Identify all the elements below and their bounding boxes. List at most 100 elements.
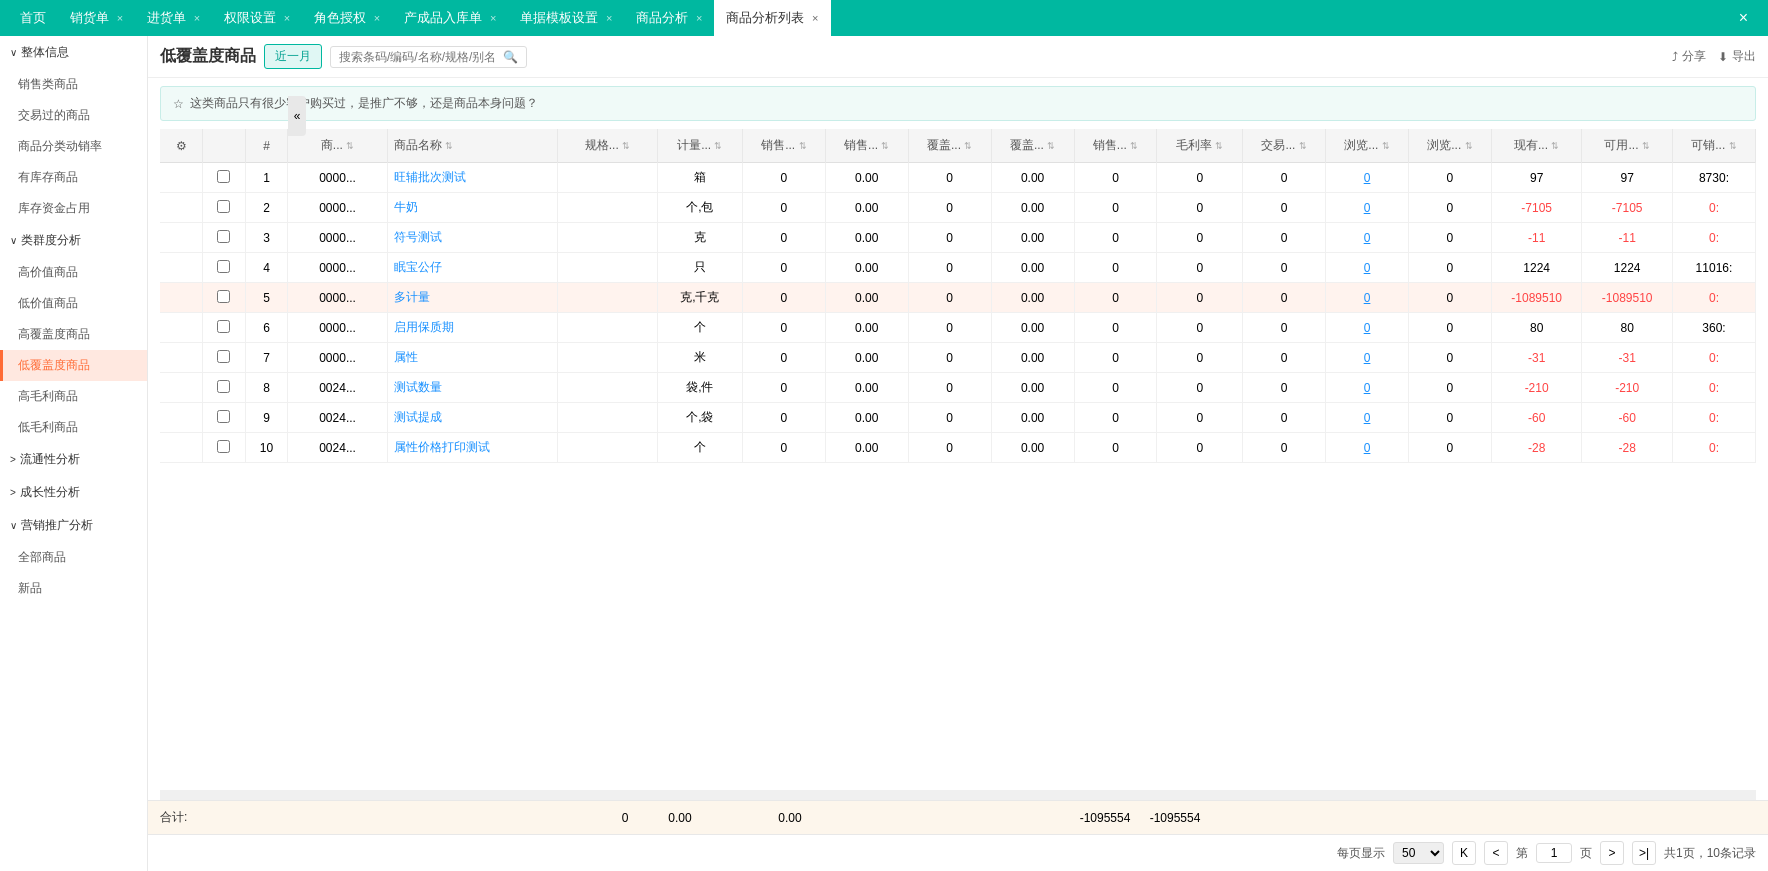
- cell-browse-a[interactable]: 0: [1326, 253, 1409, 283]
- sidebar-item-all-goods[interactable]: 全部商品: [0, 542, 147, 573]
- sidebar-item-stocked-goods[interactable]: 有库存商品: [0, 162, 147, 193]
- next-page-button[interactable]: >: [1600, 841, 1624, 865]
- sidebar-item-low-coverage[interactable]: 低覆盖度商品: [0, 350, 147, 381]
- nav-purchase-order[interactable]: 进货单 ×: [135, 0, 212, 36]
- prev-page-button[interactable]: <: [1484, 841, 1508, 865]
- last-page-button[interactable]: >|: [1632, 841, 1656, 865]
- sidebar-item-sales-goods[interactable]: 销售类商品: [0, 69, 147, 100]
- sidebar-item-low-profit[interactable]: 低毛利商品: [0, 412, 147, 443]
- page-input[interactable]: [1536, 843, 1572, 863]
- cell-name[interactable]: 多计量: [387, 283, 557, 313]
- th-sales-amt[interactable]: 销售... ⇅: [825, 129, 908, 163]
- cell-browse-a[interactable]: 0: [1326, 223, 1409, 253]
- cell-check[interactable]: [203, 373, 246, 403]
- sidebar-item-low-value[interactable]: 低价值商品: [0, 288, 147, 319]
- cell-check[interactable]: [203, 403, 246, 433]
- sidebar-item-high-coverage[interactable]: 高覆盖度商品: [0, 319, 147, 350]
- cell-check[interactable]: [203, 313, 246, 343]
- page-size-select[interactable]: 50 20 100: [1393, 842, 1444, 864]
- cell-name[interactable]: 属性价格打印测试: [387, 433, 557, 463]
- sidebar-item-high-profit[interactable]: 高毛利商品: [0, 381, 147, 412]
- th-cover-a[interactable]: 覆盖... ⇅: [908, 129, 991, 163]
- sidebar-item-stock-capital[interactable]: 库存资金占用: [0, 193, 147, 224]
- cell-check[interactable]: [203, 193, 246, 223]
- th-gross-rate[interactable]: 毛利率 ⇅: [1157, 129, 1243, 163]
- sidebar-section-marketing[interactable]: ∨ 营销推广分析: [0, 509, 147, 542]
- th-settings[interactable]: ⚙: [160, 129, 203, 163]
- th-browse-b[interactable]: 浏览... ⇅: [1408, 129, 1491, 163]
- first-page-button[interactable]: K: [1452, 841, 1476, 865]
- nav-close-role[interactable]: ×: [374, 12, 380, 24]
- th-sellable[interactable]: 可销... ⇅: [1672, 129, 1755, 163]
- sidebar-section-overall[interactable]: ∨ 整体信息: [0, 36, 147, 69]
- cell-browse-a[interactable]: 0: [1326, 433, 1409, 463]
- nav-close-finished[interactable]: ×: [490, 12, 496, 24]
- row-checkbox[interactable]: [217, 380, 230, 393]
- sidebar-section-growth[interactable]: > 成长性分析: [0, 476, 147, 509]
- th-current[interactable]: 现有... ⇅: [1491, 129, 1582, 163]
- share-button[interactable]: ⤴ 分享: [1672, 48, 1706, 65]
- cell-browse-a[interactable]: 0: [1326, 193, 1409, 223]
- th-sales-c[interactable]: 销售... ⇅: [1074, 129, 1157, 163]
- cell-name[interactable]: 符号测试: [387, 223, 557, 253]
- th-browse-a[interactable]: 浏览... ⇅: [1326, 129, 1409, 163]
- nav-product-analysis[interactable]: 商品分析 ×: [624, 0, 714, 36]
- cell-check[interactable]: [203, 283, 246, 313]
- row-checkbox[interactable]: [217, 350, 230, 363]
- sidebar-item-category-rate[interactable]: 商品分类动销率: [0, 131, 147, 162]
- nav-close-analysis-list[interactable]: ×: [812, 12, 818, 24]
- cell-browse-a[interactable]: 0: [1326, 313, 1409, 343]
- sidebar-section-group[interactable]: ∨ 类群度分析: [0, 224, 147, 257]
- cell-name[interactable]: 眠宝公仔: [387, 253, 557, 283]
- sidebar-collapse-button[interactable]: «: [288, 96, 306, 136]
- cell-check[interactable]: [203, 343, 246, 373]
- cell-browse-a[interactable]: 0: [1326, 163, 1409, 193]
- row-checkbox[interactable]: [217, 230, 230, 243]
- th-avail[interactable]: 可用... ⇅: [1582, 129, 1673, 163]
- horizontal-scrollbar[interactable]: [160, 790, 1756, 800]
- row-checkbox[interactable]: [217, 290, 230, 303]
- row-checkbox[interactable]: [217, 440, 230, 453]
- nav-close-permission[interactable]: ×: [284, 12, 290, 24]
- row-checkbox[interactable]: [217, 410, 230, 423]
- th-sales-qty[interactable]: 销售... ⇅: [742, 129, 825, 163]
- settings-icon[interactable]: ⚙: [176, 139, 187, 153]
- cell-name[interactable]: 属性: [387, 343, 557, 373]
- nav-finished-goods[interactable]: 产成品入库单 ×: [392, 0, 508, 36]
- cell-browse-a[interactable]: 0: [1326, 283, 1409, 313]
- search-icon[interactable]: 🔍: [503, 50, 518, 64]
- th-unit[interactable]: 计量... ⇅: [657, 129, 742, 163]
- nav-template-settings[interactable]: 单据模板设置 ×: [508, 0, 624, 36]
- window-close-button[interactable]: ×: [1727, 9, 1760, 27]
- nav-close-template[interactable]: ×: [606, 12, 612, 24]
- th-name[interactable]: 商品名称 ⇅: [387, 129, 557, 163]
- cell-check[interactable]: [203, 253, 246, 283]
- cell-browse-a[interactable]: 0: [1326, 343, 1409, 373]
- sidebar-item-new-goods[interactable]: 新品: [0, 573, 147, 604]
- sidebar-section-flow[interactable]: > 流通性分析: [0, 443, 147, 476]
- nav-close-purchase[interactable]: ×: [194, 12, 200, 24]
- cell-name[interactable]: 测试提成: [387, 403, 557, 433]
- th-trans[interactable]: 交易... ⇅: [1243, 129, 1326, 163]
- row-checkbox[interactable]: [217, 200, 230, 213]
- cell-check[interactable]: [203, 223, 246, 253]
- th-spec[interactable]: 规格... ⇅: [558, 129, 657, 163]
- row-checkbox[interactable]: [217, 170, 230, 183]
- sidebar-item-high-value[interactable]: 高价值商品: [0, 257, 147, 288]
- cell-name[interactable]: 启用保质期: [387, 313, 557, 343]
- export-button[interactable]: ⬇ 导出: [1718, 48, 1756, 65]
- cell-name[interactable]: 测试数量: [387, 373, 557, 403]
- cell-check[interactable]: [203, 163, 246, 193]
- sidebar-item-traded-goods[interactable]: 交易过的商品: [0, 100, 147, 131]
- cell-name[interactable]: 牛奶: [387, 193, 557, 223]
- nav-close-sales[interactable]: ×: [117, 12, 123, 24]
- cell-browse-a[interactable]: 0: [1326, 403, 1409, 433]
- cell-browse-a[interactable]: 0: [1326, 373, 1409, 403]
- nav-close-analysis[interactable]: ×: [696, 12, 702, 24]
- nav-role-auth[interactable]: 角色授权 ×: [302, 0, 392, 36]
- th-cover-b[interactable]: 覆盖... ⇅: [991, 129, 1074, 163]
- filter-period-button[interactable]: 近一月: [264, 44, 322, 69]
- nav-sales-order[interactable]: 销货单 ×: [58, 0, 135, 36]
- cell-check[interactable]: [203, 433, 246, 463]
- row-checkbox[interactable]: [217, 320, 230, 333]
